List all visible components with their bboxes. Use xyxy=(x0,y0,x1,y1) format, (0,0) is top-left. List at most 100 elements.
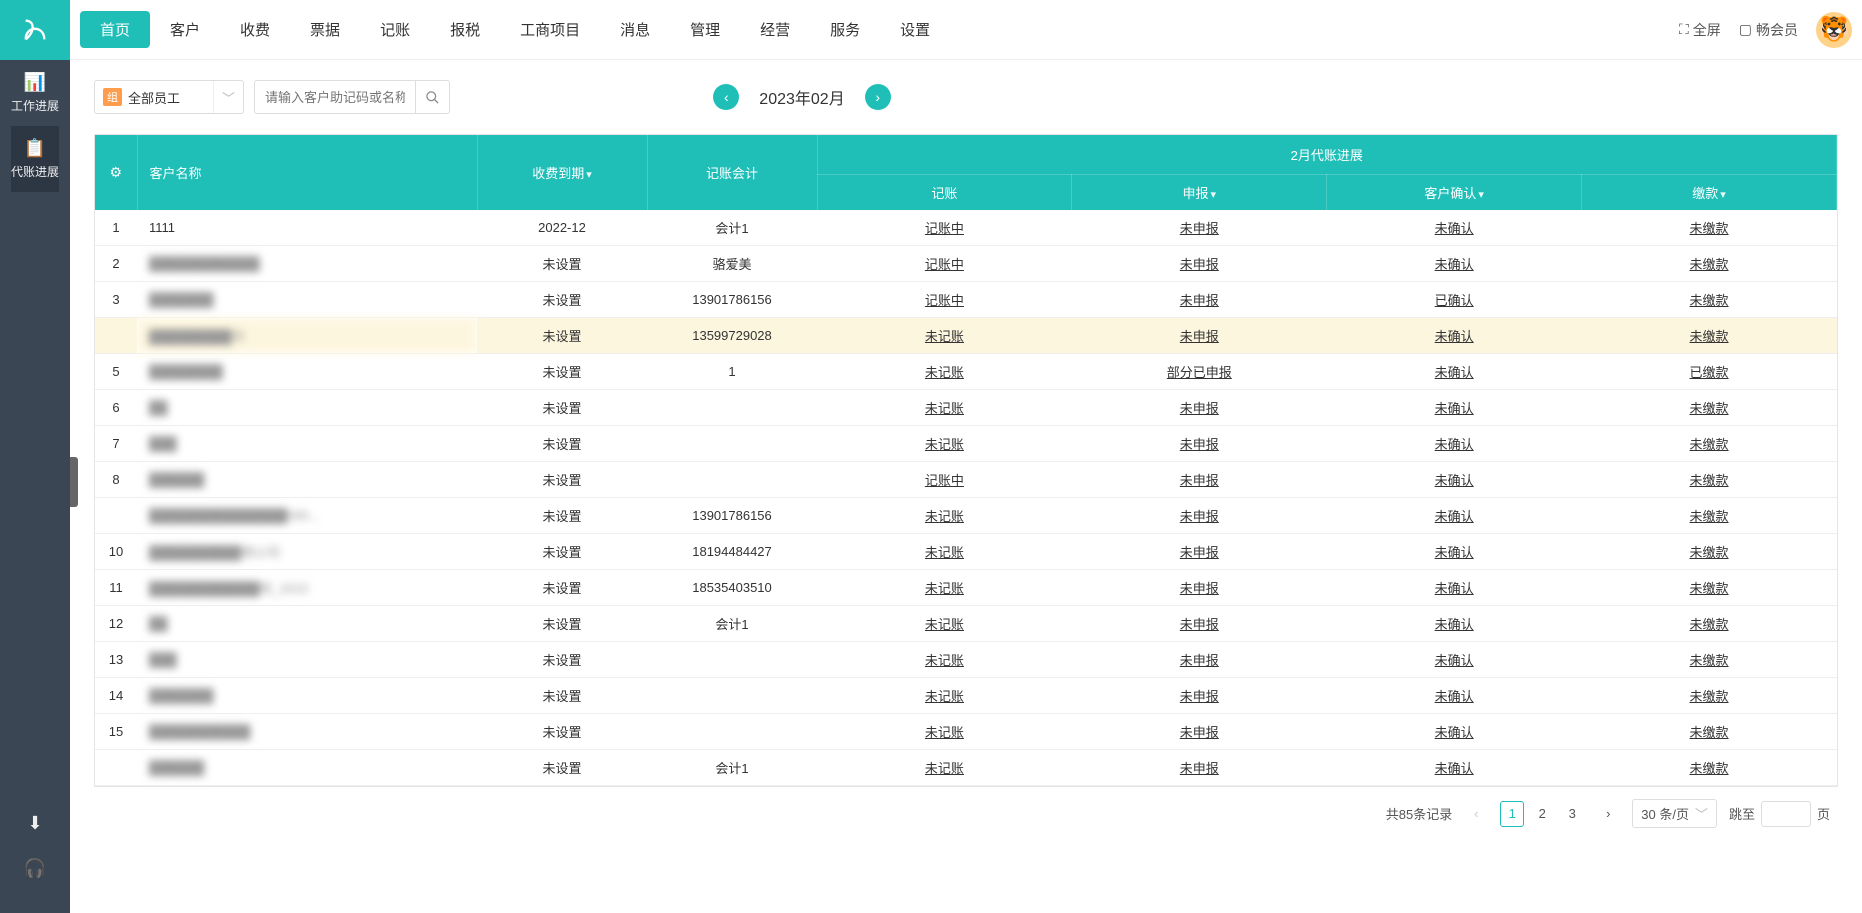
topnav-item-经营[interactable]: 经营 xyxy=(740,11,810,48)
sidebar-item-0[interactable]: 📊工作进展 xyxy=(11,60,59,126)
row-jizhang-link[interactable]: 未记账 xyxy=(817,642,1072,678)
app-logo[interactable] xyxy=(0,0,70,60)
row-jizhang-link[interactable]: 记账中 xyxy=(817,282,1072,318)
row-customer-name[interactable]: ███████ xyxy=(137,282,477,318)
row-jizhang-link[interactable]: 未记账 xyxy=(817,678,1072,714)
row-jizhang-link[interactable]: 记账中 xyxy=(817,246,1072,282)
row-jiaokuan-link[interactable]: 未缴款 xyxy=(1582,246,1837,282)
pagination-page-3[interactable]: 3 xyxy=(1560,801,1584,827)
row-queren-link[interactable]: 未确认 xyxy=(1327,462,1582,498)
row-customer-name[interactable]: ██ xyxy=(137,606,477,642)
row-shenbao-link[interactable]: 未申报 xyxy=(1072,318,1327,354)
topnav-item-客户[interactable]: 客户 xyxy=(150,11,220,48)
row-shenbao-link[interactable]: 未申报 xyxy=(1072,246,1327,282)
th-shenbao[interactable]: 申报▾ xyxy=(1072,175,1327,211)
row-shenbao-link[interactable]: 未申报 xyxy=(1072,750,1327,786)
row-shenbao-link[interactable]: 未申报 xyxy=(1072,462,1327,498)
row-queren-link[interactable]: 未确认 xyxy=(1327,354,1582,390)
table-row[interactable]: ███████████████085...未设置13901786156未记账未申… xyxy=(95,498,1837,534)
table-row[interactable]: 7███未设置未记账未申报未确认未缴款 xyxy=(95,426,1837,462)
row-customer-name[interactable]: ████████ xyxy=(137,354,477,390)
row-queren-link[interactable]: 未确认 xyxy=(1327,606,1582,642)
row-customer-name[interactable]: ███████████████085... xyxy=(137,498,477,534)
row-customer-name[interactable]: ██████ xyxy=(137,462,477,498)
row-jiaokuan-link[interactable]: 未缴款 xyxy=(1582,714,1837,750)
row-jizhang-link[interactable]: 未记账 xyxy=(817,318,1072,354)
row-jizhang-link[interactable]: 记账中 xyxy=(817,462,1072,498)
row-jiaokuan-link[interactable]: 未缴款 xyxy=(1582,426,1837,462)
row-jiaokuan-link[interactable]: 未缴款 xyxy=(1582,498,1837,534)
row-queren-link[interactable]: 未确认 xyxy=(1327,426,1582,462)
topnav-item-管理[interactable]: 管理 xyxy=(670,11,740,48)
row-jiaokuan-link[interactable]: 未缴款 xyxy=(1582,678,1837,714)
table-row[interactable]: 2████████████未设置骆爱美记账中未申报未确认未缴款 xyxy=(95,246,1837,282)
row-customer-name[interactable]: ███ xyxy=(137,642,477,678)
row-customer-name[interactable]: ██████████限公司 xyxy=(137,534,477,570)
row-customer-name[interactable]: ██████ xyxy=(137,750,477,786)
topnav-item-收费[interactable]: 收费 xyxy=(220,11,290,48)
pagination-prev[interactable]: ‹ xyxy=(1464,801,1488,827)
row-jiaokuan-link[interactable]: 未缴款 xyxy=(1582,210,1837,246)
row-customer-name[interactable]: ██ xyxy=(137,390,477,426)
row-customer-name[interactable]: ███████ xyxy=(137,678,477,714)
row-customer-name[interactable]: ████████████校_2022 xyxy=(137,570,477,606)
row-queren-link[interactable]: 未确认 xyxy=(1327,714,1582,750)
th-due[interactable]: 收费到期▾ xyxy=(477,135,647,210)
row-jiaokuan-link[interactable]: 未缴款 xyxy=(1582,642,1837,678)
table-row[interactable]: 5████████未设置1未记账部分已申报未确认已缴款 xyxy=(95,354,1837,390)
row-jizhang-link[interactable]: 未记账 xyxy=(817,534,1072,570)
row-customer-name[interactable]: ███████████ xyxy=(137,714,477,750)
table-row[interactable]: █████████司未设置13599729028未记账未申报未确认未缴款 xyxy=(95,318,1837,354)
search-input[interactable] xyxy=(255,90,415,105)
row-jiaokuan-link[interactable]: 已缴款 xyxy=(1582,354,1837,390)
jump-input[interactable] xyxy=(1761,801,1811,827)
topnav-item-设置[interactable]: 设置 xyxy=(880,11,950,48)
sidebar-bottom-item-0[interactable]: ⬇ xyxy=(0,803,70,848)
row-shenbao-link[interactable]: 未申报 xyxy=(1072,426,1327,462)
page-size-select[interactable]: 30 条/页 ﹀ xyxy=(1632,799,1717,828)
row-shenbao-link[interactable]: 未申报 xyxy=(1072,642,1327,678)
table-row[interactable]: ██████未设置会计1未记账未申报未确认未缴款 xyxy=(95,750,1837,786)
fullscreen-button[interactable]: ⛶ 全屏 xyxy=(1679,20,1721,40)
row-queren-link[interactable]: 未确认 xyxy=(1327,534,1582,570)
table-row[interactable]: 111112022-12会计1记账中未申报未确认未缴款 xyxy=(95,210,1837,246)
topnav-item-首页[interactable]: 首页 xyxy=(80,11,150,48)
row-shenbao-link[interactable]: 未申报 xyxy=(1072,210,1327,246)
row-queren-link[interactable]: 已确认 xyxy=(1327,282,1582,318)
pagination-next[interactable]: › xyxy=(1596,801,1620,827)
row-jizhang-link[interactable]: 未记账 xyxy=(817,750,1072,786)
row-jizhang-link[interactable]: 未记账 xyxy=(817,714,1072,750)
row-queren-link[interactable]: 未确认 xyxy=(1327,390,1582,426)
row-jiaokuan-link[interactable]: 未缴款 xyxy=(1582,390,1837,426)
row-queren-link[interactable]: 未确认 xyxy=(1327,570,1582,606)
row-customer-name[interactable]: ███ xyxy=(137,426,477,462)
table-row[interactable]: 6██未设置未记账未申报未确认未缴款 xyxy=(95,390,1837,426)
row-jiaokuan-link[interactable]: 未缴款 xyxy=(1582,318,1837,354)
sidebar-item-1[interactable]: 📋代账进展 xyxy=(11,126,59,192)
row-jizhang-link[interactable]: 未记账 xyxy=(817,606,1072,642)
date-prev-button[interactable]: ‹ xyxy=(713,84,739,110)
topnav-item-服务[interactable]: 服务 xyxy=(810,11,880,48)
th-kehuqueren[interactable]: 客户确认▾ xyxy=(1327,175,1582,211)
row-jizhang-link[interactable]: 未记账 xyxy=(817,498,1072,534)
topnav-item-票据[interactable]: 票据 xyxy=(290,11,360,48)
table-row[interactable]: 15███████████未设置未记账未申报未确认未缴款 xyxy=(95,714,1837,750)
table-row[interactable]: 13███未设置未记账未申报未确认未缴款 xyxy=(95,642,1837,678)
settings-header[interactable]: ⚙ xyxy=(95,135,137,210)
row-shenbao-link[interactable]: 未申报 xyxy=(1072,606,1327,642)
topnav-item-工商项目[interactable]: 工商项目 xyxy=(500,11,600,48)
topnav-item-记账[interactable]: 记账 xyxy=(360,11,430,48)
row-queren-link[interactable]: 未确认 xyxy=(1327,750,1582,786)
row-queren-link[interactable]: 未确认 xyxy=(1327,318,1582,354)
pagination-page-2[interactable]: 2 xyxy=(1530,801,1554,827)
row-jiaokuan-link[interactable]: 未缴款 xyxy=(1582,282,1837,318)
row-queren-link[interactable]: 未确认 xyxy=(1327,210,1582,246)
table-row[interactable]: 12██未设置会计1未记账未申报未确认未缴款 xyxy=(95,606,1837,642)
sidebar-expand-handle[interactable] xyxy=(70,457,78,507)
row-jiaokuan-link[interactable]: 未缴款 xyxy=(1582,750,1837,786)
row-queren-link[interactable]: 未确认 xyxy=(1327,642,1582,678)
row-shenbao-link[interactable]: 未申报 xyxy=(1072,570,1327,606)
staff-select[interactable]: 组 全部员工 ﹀ xyxy=(94,80,244,114)
row-jizhang-link[interactable]: 未记账 xyxy=(817,426,1072,462)
topnav-item-报税[interactable]: 报税 xyxy=(430,11,500,48)
